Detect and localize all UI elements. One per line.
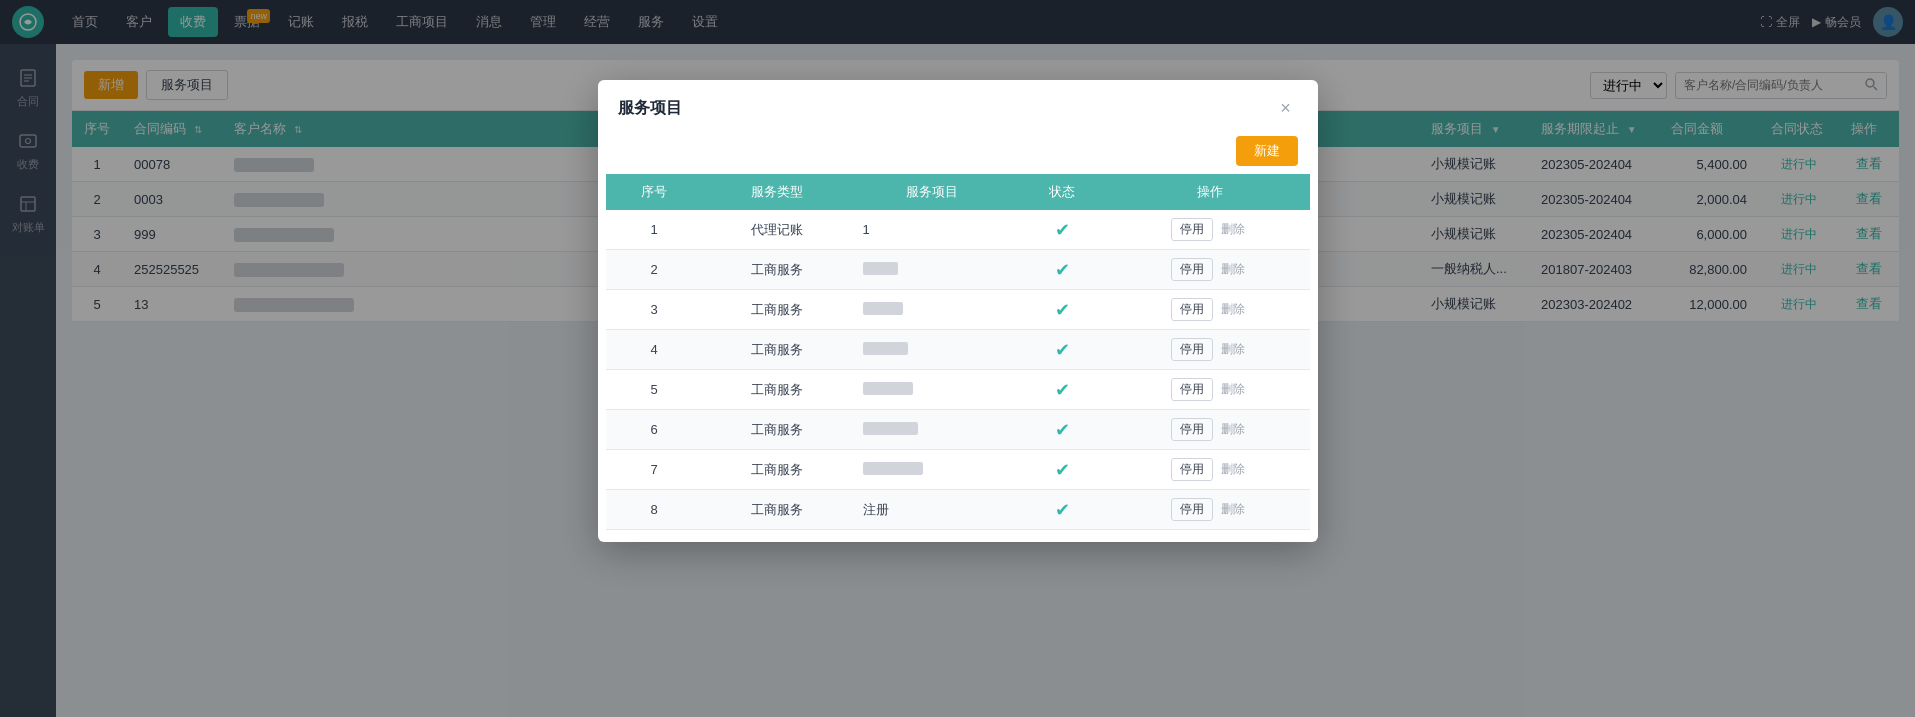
cell-service-item: [851, 290, 1014, 330]
cell-modal-type: 工商服务: [703, 490, 851, 530]
list-item: 3 工商服务 ✔ 停用删除: [606, 290, 1310, 330]
cell-modal-status: ✔: [1014, 490, 1111, 530]
cell-modal-type: 工商服务: [703, 250, 851, 290]
delete-button[interactable]: 删除: [1217, 259, 1249, 280]
cell-modal-action: 停用删除: [1111, 330, 1309, 370]
cell-modal-action: 停用删除: [1111, 410, 1309, 450]
delete-button[interactable]: 删除: [1217, 219, 1249, 240]
status-check-icon: ✔: [1055, 460, 1070, 480]
status-check-icon: ✔: [1055, 260, 1070, 280]
delete-button[interactable]: 删除: [1217, 419, 1249, 440]
modal-col-status: 状态: [1014, 174, 1111, 210]
cell-modal-seq: 3: [606, 290, 703, 330]
cell-modal-status: ✔: [1014, 330, 1111, 370]
stop-button[interactable]: 停用: [1171, 258, 1213, 281]
service-items-modal: 服务项目 × 新建 序号 服务类型 服务项目 状态 操作 1 代理记账: [598, 80, 1318, 542]
cell-modal-type: 工商服务: [703, 370, 851, 410]
cell-modal-seq: 1: [606, 210, 703, 250]
stop-button[interactable]: 停用: [1171, 378, 1213, 401]
cell-service-item: [851, 330, 1014, 370]
delete-button[interactable]: 删除: [1217, 499, 1249, 520]
cell-service-item: [851, 250, 1014, 290]
stop-button[interactable]: 停用: [1171, 458, 1213, 481]
cell-service-item: [851, 450, 1014, 490]
cell-modal-status: ✔: [1014, 250, 1111, 290]
cell-modal-action: 停用删除: [1111, 250, 1309, 290]
stop-button[interactable]: 停用: [1171, 298, 1213, 321]
cell-modal-seq: 7: [606, 450, 703, 490]
cell-modal-action: 停用删除: [1111, 490, 1309, 530]
status-check-icon: ✔: [1055, 420, 1070, 440]
list-item: 1 代理记账 1 ✔ 停用删除: [606, 210, 1310, 250]
cell-modal-seq: 6: [606, 410, 703, 450]
stop-button[interactable]: 停用: [1171, 338, 1213, 361]
stop-button[interactable]: 停用: [1171, 418, 1213, 441]
cell-modal-action: 停用删除: [1111, 370, 1309, 410]
list-item: 6 工商服务 ✔ 停用删除: [606, 410, 1310, 450]
cell-service-item: 注册: [851, 490, 1014, 530]
cell-modal-status: ✔: [1014, 450, 1111, 490]
cell-modal-status: ✔: [1014, 370, 1111, 410]
cell-service-item: [851, 410, 1014, 450]
modal-title: 服务项目: [618, 98, 682, 119]
cell-modal-type: 工商服务: [703, 410, 851, 450]
cell-modal-action: 停用删除: [1111, 450, 1309, 490]
cell-service-item: 1: [851, 210, 1014, 250]
list-item: 2 工商服务 ✔ 停用删除: [606, 250, 1310, 290]
list-item: 4 工商服务 ✔ 停用删除: [606, 330, 1310, 370]
cell-modal-seq: 8: [606, 490, 703, 530]
stop-button[interactable]: 停用: [1171, 498, 1213, 521]
cell-modal-seq: 5: [606, 370, 703, 410]
stop-button[interactable]: 停用: [1171, 218, 1213, 241]
status-check-icon: ✔: [1055, 340, 1070, 360]
status-check-icon: ✔: [1055, 300, 1070, 320]
delete-button[interactable]: 删除: [1217, 299, 1249, 320]
delete-button[interactable]: 删除: [1217, 379, 1249, 400]
modal-col-seq: 序号: [606, 174, 703, 210]
cell-modal-action: 停用删除: [1111, 290, 1309, 330]
cell-modal-status: ✔: [1014, 290, 1111, 330]
modal-close-button[interactable]: ×: [1274, 96, 1298, 120]
cell-modal-status: ✔: [1014, 410, 1111, 450]
delete-button[interactable]: 删除: [1217, 339, 1249, 360]
cell-service-item: [851, 370, 1014, 410]
list-item: 7 工商服务 ✔ 停用删除: [606, 450, 1310, 490]
cell-modal-type: 工商服务: [703, 290, 851, 330]
cell-modal-type: 工商服务: [703, 450, 851, 490]
cell-modal-seq: 2: [606, 250, 703, 290]
modal-overlay[interactable]: 服务项目 × 新建 序号 服务类型 服务项目 状态 操作 1 代理记账: [0, 0, 1915, 717]
modal-col-action: 操作: [1111, 174, 1309, 210]
cell-modal-seq: 4: [606, 330, 703, 370]
status-check-icon: ✔: [1055, 220, 1070, 240]
list-item: 5 工商服务 ✔ 停用删除: [606, 370, 1310, 410]
modal-table-body: 1 代理记账 1 ✔ 停用删除 2 工商服务 ✔ 停用删除 3 工商服务 ✔ 停…: [606, 210, 1310, 530]
modal-col-type: 服务类型: [703, 174, 851, 210]
modal-header: 服务项目 ×: [598, 80, 1318, 128]
cell-modal-status: ✔: [1014, 210, 1111, 250]
modal-new-button[interactable]: 新建: [1236, 136, 1298, 166]
modal-table-wrap[interactable]: 序号 服务类型 服务项目 状态 操作 1 代理记账 1 ✔ 停用删除 2 工商服…: [598, 174, 1318, 542]
delete-button[interactable]: 删除: [1217, 459, 1249, 480]
modal-col-item: 服务项目: [851, 174, 1014, 210]
status-check-icon: ✔: [1055, 500, 1070, 520]
cell-modal-type: 工商服务: [703, 330, 851, 370]
cell-modal-type: 代理记账: [703, 210, 851, 250]
status-check-icon: ✔: [1055, 380, 1070, 400]
list-item: 8 工商服务 注册 ✔ 停用删除: [606, 490, 1310, 530]
modal-service-table: 序号 服务类型 服务项目 状态 操作 1 代理记账 1 ✔ 停用删除 2 工商服…: [606, 174, 1310, 530]
cell-modal-action: 停用删除: [1111, 210, 1309, 250]
modal-toolbar: 新建: [598, 128, 1318, 174]
